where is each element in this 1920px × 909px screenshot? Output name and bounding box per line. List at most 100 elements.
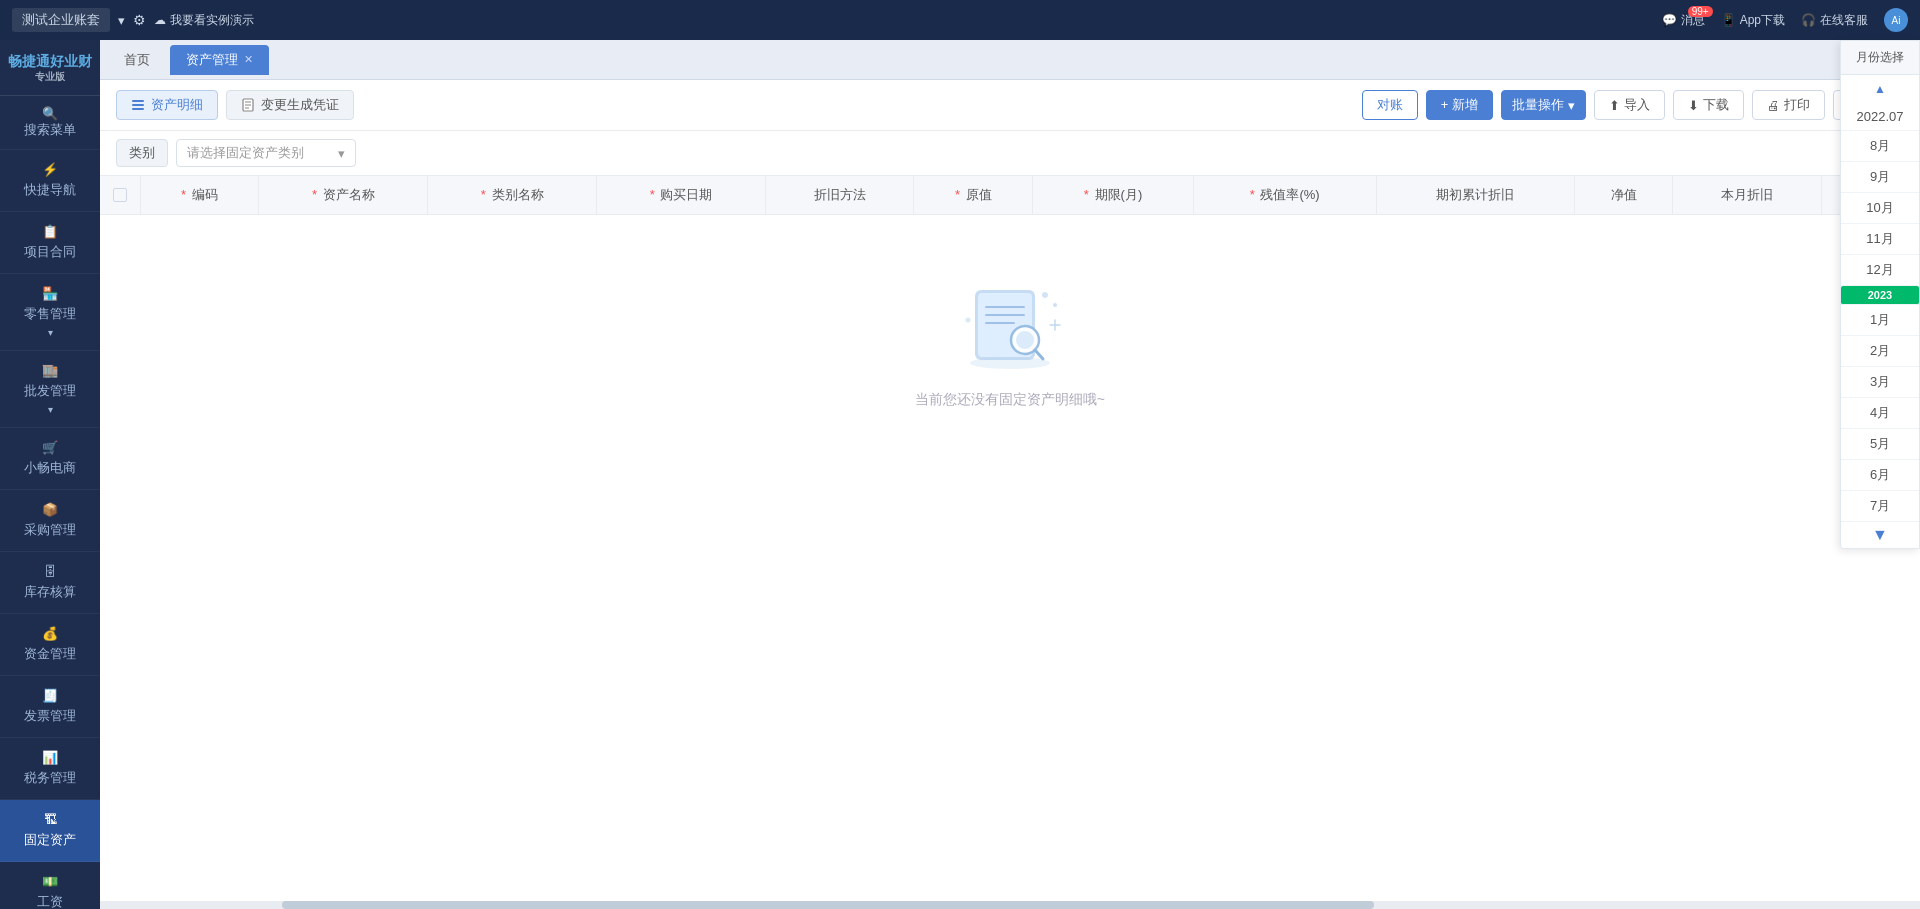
month-item-10[interactable]: 10月 [1841,193,1919,224]
sidebar-item-wholesale[interactable]: 🏬 批发管理 ▾ [0,351,100,428]
add-button[interactable]: + 新增 [1426,90,1493,120]
select-all-checkbox[interactable] [113,188,127,202]
col-checkbox [100,176,140,215]
col-monthly-depreciation: 本月折旧 [1673,176,1821,215]
sub-tab-asset-detail[interactable]: 资产明细 [116,90,218,120]
sidebar-search[interactable]: 🔍 搜索菜单 [0,96,100,150]
month-panel-nav: ▲ [1841,75,1919,103]
fixed-assets-icon: 🏗 [44,812,57,827]
col-name: * 资产名称 [259,176,428,215]
sidebar-item-retail[interactable]: 🏪 零售管理 ▾ [0,274,100,351]
svg-line-15 [1035,350,1043,359]
tab-home[interactable]: 首页 [108,45,166,75]
month-item-12[interactable]: 12月 [1841,255,1919,286]
retail-icon: 🏪 [42,286,58,301]
col-code: * 编码 [140,176,259,215]
avatar[interactable]: Ai [1884,8,1908,32]
empty-state: 当前您还没有固定资产明细哦~ [100,215,1920,469]
top-bar: 测试企业账套 ▾ ⚙ ☁ 我要看实例演示 💬 消息 99+ 📱 App下载 🎧 … [0,0,1920,40]
empty-illustration [950,275,1070,375]
month-item-2023-6[interactable]: 6月 [1841,460,1919,491]
month-item-2023-3[interactable]: 3月 [1841,367,1919,398]
download-button[interactable]: ⬇ 下载 [1673,90,1744,120]
sub-tab-change-voucher[interactable]: 变更生成凭证 [226,90,354,120]
print-button[interactable]: 🖨 打印 [1752,90,1825,120]
message-button[interactable]: 💬 消息 99+ [1662,12,1705,29]
month-item-11[interactable]: 11月 [1841,224,1919,255]
col-residual-rate: * 残值率(%) [1193,176,1376,215]
sidebar-item-invoice[interactable]: 🧾 发票管理 [0,676,100,738]
tab-asset-mgmt[interactable]: 资产管理 ✕ [170,45,269,75]
import-button[interactable]: ⬆ 导入 [1594,90,1665,120]
sidebar: 畅捷通好业财 专业版 🔍 搜索菜单 ⚡ 快捷导航 📋 项目合同 🏪 零售管理 ▾… [0,40,100,909]
svg-rect-1 [132,104,144,106]
month-item-2023-7[interactable]: 7月 [1841,491,1919,522]
list-icon [131,98,145,112]
app-container: 畅捷通好业财 专业版 🔍 搜索菜单 ⚡ 快捷导航 📋 项目合同 🏪 零售管理 ▾… [0,40,1920,909]
sidebar-item-project[interactable]: 📋 项目合同 [0,212,100,274]
col-purchase-date: * 购买日期 [597,176,766,215]
svg-point-14 [1016,331,1034,349]
sidebar-item-ecommerce[interactable]: 🛒 小畅电商 [0,428,100,490]
month-item-8[interactable]: 8月 [1841,131,1919,162]
scrollbar-thumb[interactable] [282,901,1374,909]
sidebar-item-inventory[interactable]: 🗄 库存核算 [0,552,100,614]
salary-icon: 💵 [42,874,58,889]
batch-operation-button[interactable]: 批量操作 ▾ [1501,90,1586,120]
month-item-2023-4[interactable]: 4月 [1841,398,1919,429]
reconcile-button[interactable]: 对账 [1362,90,1418,120]
company-dropdown-icon[interactable]: ▾ [118,13,125,28]
message-badge: 99+ [1688,6,1713,17]
svg-point-16 [1042,292,1048,298]
month-item-2023-5[interactable]: 5月 [1841,429,1919,460]
horizontal-scrollbar[interactable] [100,901,1920,909]
batch-dropdown-icon: ▾ [1568,98,1575,113]
month-item-9[interactable]: 9月 [1841,162,1919,193]
filter-row: 类别 请选择固定资产类别 ▾ [100,131,1920,176]
col-original-value: * 原值 [914,176,1033,215]
page-content: 资产明细 变更生成凭证 对账 + 新增 [100,80,1920,909]
month-item-2023-2[interactable]: 2月 [1841,336,1919,367]
gear-icon[interactable]: ⚙ [133,12,146,28]
import-icon: ⬆ [1609,98,1620,113]
download-icon: ⬇ [1688,98,1699,113]
month-item-2023-1[interactable]: 1月 [1841,305,1919,336]
col-accumulated-depreciation: 期初累计折旧 [1376,176,1574,215]
month-item-current[interactable]: 2022.07 [1841,103,1919,131]
company-name[interactable]: 测试企业账套 [12,8,110,32]
nav-tabs: 首页 资产管理 ✕ [100,40,1920,80]
month-next-button[interactable]: ▼ [1872,526,1888,544]
app-download-button[interactable]: 📱 App下载 [1721,12,1785,29]
sidebar-item-salary[interactable]: 💵 工资 [0,862,100,909]
purchase-icon: 📦 [42,502,58,517]
sidebar-item-fixed-assets[interactable]: 🏗 固定资产 [0,800,100,862]
project-icon: 📋 [42,224,58,239]
sidebar-item-tax[interactable]: 📊 税务管理 [0,738,100,800]
inventory-icon: 🗄 [44,564,57,579]
app-subtitle: 专业版 [8,70,92,83]
month-panel-header: 月份选择 [1841,41,1919,75]
wholesale-expand-icon: ▾ [48,404,53,415]
quick-nav-icon: ⚡ [42,162,58,177]
empty-text: 当前您还没有固定资产明细哦~ [915,391,1105,409]
print-icon: 🖨 [1767,98,1780,113]
month-prev-button[interactable]: ▲ [1870,79,1890,99]
category-filter-select[interactable]: 请选择固定资产类别 ▾ [176,139,356,167]
main-content: 首页 资产管理 ✕ 资产明细 [100,40,1920,909]
capital-icon: 💰 [42,626,58,641]
col-depreciation-method: 折旧方法 [766,176,914,215]
sidebar-item-capital[interactable]: 💰 资金管理 [0,614,100,676]
sidebar-item-purchase[interactable]: 📦 采购管理 [0,490,100,552]
category-filter-label: 类别 [116,139,168,167]
doc-icon [241,98,255,112]
sidebar-item-quick-nav[interactable]: ⚡ 快捷导航 [0,150,100,212]
tab-close-icon[interactable]: ✕ [244,53,253,66]
search-icon: 🔍 [42,106,58,121]
select-dropdown-icon: ▾ [338,146,345,161]
col-net-value: 净值 [1575,176,1673,215]
sidebar-logo: 畅捷通好业财 专业版 [0,40,100,96]
online-service-button[interactable]: 🎧 在线客服 [1801,12,1868,29]
demo-link[interactable]: ☁ 我要看实例演示 [154,12,254,29]
tax-icon: 📊 [42,750,58,765]
col-category: * 类别名称 [428,176,597,215]
